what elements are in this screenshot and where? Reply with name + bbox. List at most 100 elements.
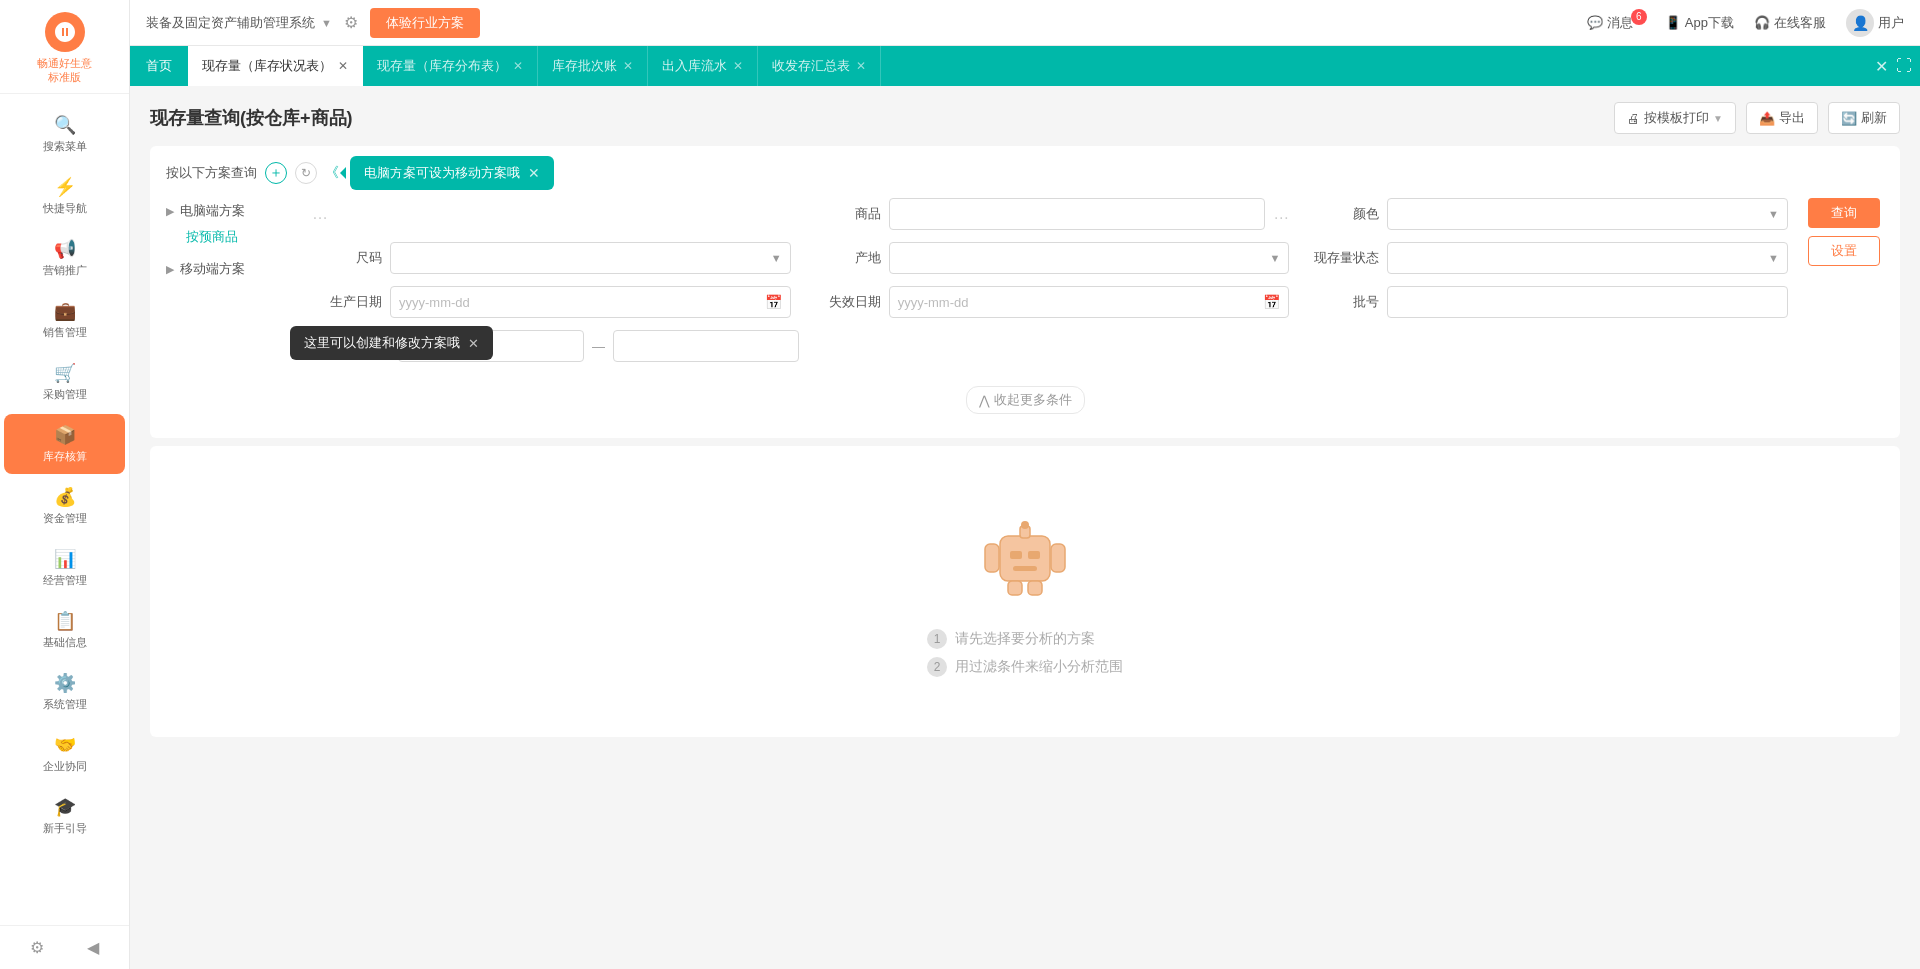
stock-status-select[interactable]: ▼ [1387,242,1788,274]
color-select[interactable]: ▼ [1387,198,1788,230]
filter-panel: 按以下方案查询 ＋ ↻ 《 电脑方案可设为移动方案哦 ✕ 这里可以创建和修改方案… [150,146,1900,438]
message-btn[interactable]: 💬 消息 6 [1587,14,1645,32]
empty-state: 1 请先选择要分析的方案 2 用过滤条件来缩小分析范围 [150,446,1900,737]
reset-btn[interactable]: 设置 [1808,236,1880,266]
print-btn[interactable]: 🖨 按模板打印 ▼ [1614,102,1736,134]
inventory-icon: 📦 [54,424,76,446]
scheme-tooltip: 电脑方案可设为移动方案哦 ✕ [350,156,554,190]
filter-row-1-col-2: 商品 … [811,198,1290,230]
batch-input[interactable] [1387,286,1788,318]
svg-rect-0 [1000,536,1050,581]
sidebar-item-basic[interactable]: 📋 基础信息 [4,600,125,660]
online-support-btn[interactable]: 🎧 在线客服 [1754,14,1826,32]
stock-qty-max-input[interactable] [613,330,799,362]
sidebar-item-system[interactable]: ⚙️ 系统管理 [4,662,125,722]
cooperation-icon: 🤝 [54,734,76,756]
sidebar-item-label: 库存核算 [43,449,87,464]
sidebar-settings-btn[interactable]: ⚙ [30,938,44,957]
range-separator: — [592,339,605,354]
filter-row-1-col-1: … [312,205,791,223]
basic-icon: 📋 [54,610,76,632]
empty-tips: 1 请先选择要分析的方案 2 用过滤条件来缩小分析范围 [927,629,1123,677]
sidebar-footer: ⚙ ◀ [0,925,129,969]
filter-collapse: ⋀ 收起更多条件 [166,378,1884,422]
origin-select[interactable]: ▼ [889,242,1290,274]
empty-tip-1: 1 请先选择要分析的方案 [927,629,1123,649]
scheme-section-mobile-title[interactable]: ▶ 移动端方案 [166,256,296,282]
sidebar-item-label: 经营管理 [43,573,87,588]
scheme-item-product[interactable]: 按预商品 [166,224,296,250]
size-select[interactable]: ▼ [390,242,791,274]
scheme-section-desktop-label: 电脑端方案 [180,202,245,220]
tab-label: 库存批次账 [552,57,617,75]
filter-add-btn[interactable]: ＋ [265,162,287,184]
sidebar-item-cooperation[interactable]: 🤝 企业协同 [4,724,125,784]
sidebar-item-quicknav[interactable]: ⚡ 快捷导航 [4,166,125,226]
tip-num-2: 2 [927,657,947,677]
marketing-icon: 📢 [54,238,76,260]
sidebar-item-label: 新手引导 [43,821,87,836]
settings-gear-icon[interactable]: ⚙ [344,13,358,32]
prod-date-input[interactable]: yyyy-mm-dd 📅 [390,286,791,318]
scheme-section-mobile: ▶ 移动端方案 [166,256,296,282]
print-label: 按模板打印 [1644,109,1709,127]
tab-close-all-icon[interactable]: ✕ [1875,57,1888,76]
scheme-section-mobile-label: 移动端方案 [180,260,245,278]
sidebar-item-sales[interactable]: 💼 销售管理 [4,290,125,350]
sidebar-item-inventory[interactable]: 📦 库存核算 [4,414,125,474]
tab-close-icon[interactable]: ✕ [856,59,866,73]
filter-row-3-col-2: 失效日期 yyyy-mm-dd 📅 [811,286,1290,318]
create-tooltip-close[interactable]: ✕ [468,336,479,351]
sidebar-item-finance[interactable]: 💰 资金管理 [4,476,125,536]
filter-dots-goods[interactable]: … [1273,205,1289,223]
filter-collapse-btn[interactable]: ⋀ 收起更多条件 [966,386,1085,414]
color-label: 颜色 [1309,205,1379,223]
tab-summary[interactable]: 收发存汇总表 ✕ [758,46,881,86]
tab-home[interactable]: 首页 [130,46,188,86]
sidebar-item-newbie[interactable]: 🎓 新手引导 [4,786,125,846]
prod-date-calendar-icon[interactable]: 📅 [765,294,782,310]
app-download-btn[interactable]: 📱 App下载 [1665,14,1734,32]
tab-label: 现存量（库存状况表） [202,57,332,75]
expire-date-input[interactable]: yyyy-mm-dd 📅 [889,286,1290,318]
system-selector[interactable]: 装备及固定资产辅助管理系统 ▼ [146,14,332,32]
sidebar-item-marketing[interactable]: 📢 营销推广 [4,228,125,288]
tab-inout[interactable]: 出入库流水 ✕ [648,46,758,86]
tab-expand-icon[interactable]: ⛶ [1896,57,1912,75]
sidebar-item-label: 系统管理 [43,697,87,712]
user-avatar: 👤 [1846,9,1874,37]
sidebar-item-management[interactable]: 📊 经营管理 [4,538,125,598]
expire-date-calendar-icon[interactable]: 📅 [1263,294,1280,310]
industry-btn[interactable]: 体验行业方案 [370,8,480,38]
sidebar-item-search[interactable]: 🔍 搜索菜单 [4,104,125,164]
sidebar-collapse-btn[interactable]: ◀ [87,938,99,957]
tab-inventory-status[interactable]: 现存量（库存状况表） ✕ [188,46,363,86]
filter-arrow-btn[interactable]: 《 [325,164,339,182]
refresh-btn[interactable]: 🔄 刷新 [1828,102,1900,134]
page-title-bar: 现存量查询(按仓库+商品) 🖨 按模板打印 ▼ 📤 导出 🔄 刷新 [150,102,1900,134]
svg-rect-7 [1051,544,1065,572]
size-label: 尺码 [312,249,382,267]
export-btn[interactable]: 📤 导出 [1746,102,1818,134]
tab-close-icon[interactable]: ✕ [513,59,523,73]
tab-batch[interactable]: 库存批次账 ✕ [538,46,648,86]
scheme-section-desktop-title[interactable]: ▶ 电脑端方案 [166,198,296,224]
user-label: 用户 [1878,14,1904,32]
search-btn[interactable]: 查询 [1808,198,1880,228]
tab-close-icon[interactable]: ✕ [733,59,743,73]
tab-inventory-dist[interactable]: 现存量（库存分布表） ✕ [363,46,538,86]
filter-refresh-btn[interactable]: ↻ [295,162,317,184]
user-btn[interactable]: 👤 用户 [1846,9,1904,37]
goods-label: 商品 [811,205,881,223]
goods-select[interactable] [889,198,1266,230]
collapse-label: 收起更多条件 [994,391,1072,409]
scheme-tooltip-close[interactable]: ✕ [528,165,540,181]
filter-row-2-col-2: 产地 ▼ [811,242,1290,274]
sidebar-item-purchase[interactable]: 🛒 采购管理 [4,352,125,412]
size-dropdown-icon: ▼ [771,252,782,264]
tab-close-icon[interactable]: ✕ [338,59,348,73]
sidebar-item-label: 采购管理 [43,387,87,402]
tab-close-icon[interactable]: ✕ [623,59,633,73]
filter-dots-1[interactable]: … [312,205,328,223]
svg-rect-6 [985,544,999,572]
